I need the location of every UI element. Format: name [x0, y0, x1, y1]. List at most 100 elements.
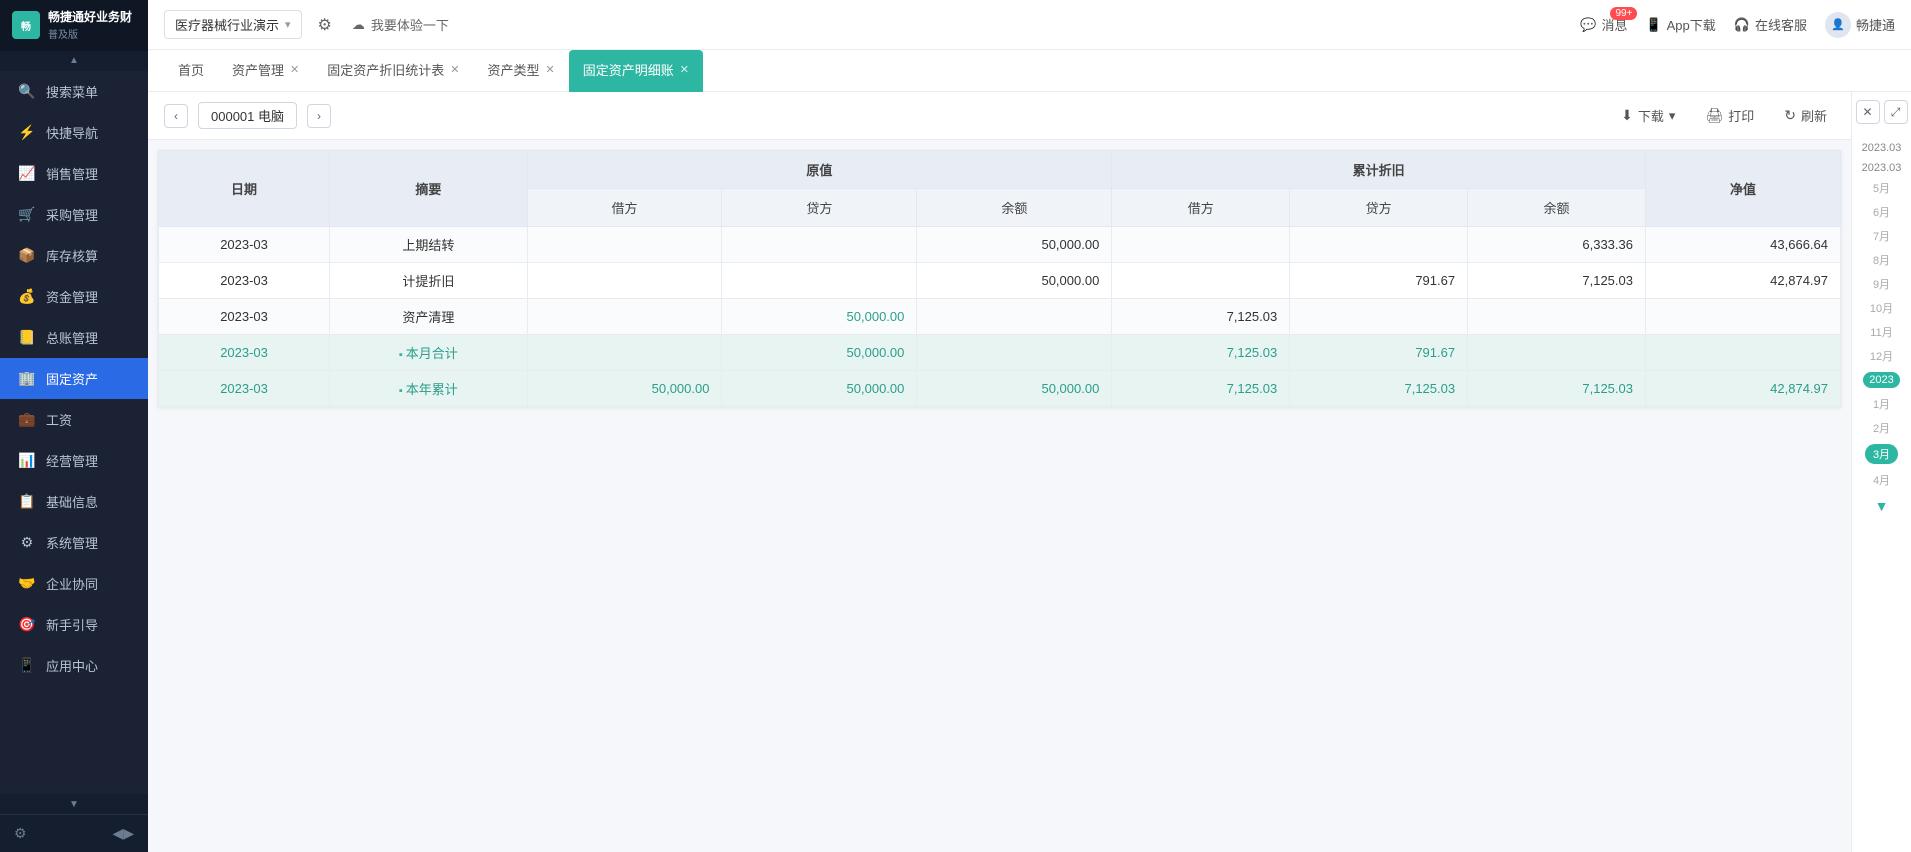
finance-icon: 💰	[18, 287, 36, 305]
tab-close-asset-detail[interactable]: ✕	[680, 63, 689, 76]
timeline-month-6[interactable]: 6月	[1873, 204, 1890, 220]
sidebar-scroll-up[interactable]: ▲	[0, 51, 148, 71]
user-profile[interactable]: 👤 畅捷通	[1825, 12, 1895, 38]
cell-orig-debit	[527, 263, 722, 299]
timeline-month-1[interactable]: 1月	[1873, 396, 1890, 412]
cell-orig-balance: 50,000.00	[917, 371, 1112, 407]
sidebar-item-guide[interactable]: 🎯新手引导	[0, 604, 148, 645]
download-button[interactable]: ⬇ 下载 ▾	[1613, 102, 1683, 129]
tab-home[interactable]: 首页	[164, 50, 218, 92]
prev-asset-button[interactable]: ‹	[164, 104, 188, 128]
cell-orig-credit: 50,000.00	[722, 335, 917, 371]
cell-orig-credit: 50,000.00	[722, 371, 917, 407]
sidebar-label-app-center: 应用中心	[46, 656, 98, 675]
print-icon: 🖨	[1705, 107, 1723, 124]
tab-label-home: 首页	[178, 60, 204, 79]
timeline-month-7[interactable]: 7月	[1873, 228, 1890, 244]
sidebar-item-operations[interactable]: 📊经营管理	[0, 440, 148, 481]
sidebar-item-purchase[interactable]: 🛒采购管理	[0, 194, 148, 235]
settings-gear-icon[interactable]: ⚙	[314, 11, 336, 39]
cell-summary: 资产清理	[330, 299, 527, 335]
refresh-button[interactable]: ↻ 刷新	[1776, 102, 1835, 129]
timeline-month-12[interactable]: 12月	[1870, 348, 1893, 364]
user-name: 畅捷通	[1856, 15, 1895, 34]
cell-orig-credit: 50,000.00	[722, 299, 917, 335]
sidebar-bottom: ⚙ ◀▶	[0, 814, 148, 852]
sidebar-item-system[interactable]: ⚙系统管理	[0, 522, 148, 563]
accum-credit-header: 贷方	[1290, 189, 1468, 227]
cell-accum-debit: 7,125.03	[1112, 335, 1290, 371]
timeline-year-top: 2023.03	[1862, 142, 1902, 154]
accum-debit-header: 借方	[1112, 189, 1290, 227]
sidebar-item-app-center[interactable]: 📱应用中心	[0, 645, 148, 686]
timeline-month-10[interactable]: 10月	[1870, 300, 1893, 316]
tab-close-asset-mgmt[interactable]: ✕	[290, 63, 299, 76]
timeline-month-9[interactable]: 9月	[1873, 276, 1890, 292]
tab-asset-detail[interactable]: 固定资产明细账✕	[569, 50, 703, 92]
timeline-year-top2: 2023.03	[1862, 162, 1902, 174]
app-download-button[interactable]: 📱 App下载	[1645, 15, 1715, 34]
online-support-button[interactable]: 🎧 在线客服	[1734, 15, 1807, 34]
timeline-year-badge: 2023	[1863, 372, 1899, 388]
timeline-scroll-down-icon[interactable]: ▼	[1875, 498, 1889, 514]
company-arrow-icon: ▾	[285, 18, 291, 31]
experience-button[interactable]: ☁ 我要体验一下	[352, 15, 449, 34]
message-button[interactable]: 💬 消息 99+	[1580, 15, 1627, 34]
sidebar-label-finance: 资金管理	[46, 287, 98, 306]
timeline-month-8[interactable]: 8月	[1873, 252, 1890, 268]
cell-summary: 上期结转	[330, 227, 527, 263]
timeline-month-11[interactable]: 11月	[1870, 324, 1892, 340]
sidebar-item-basic-info[interactable]: 📋基础信息	[0, 481, 148, 522]
cell-accum-balance	[1468, 335, 1646, 371]
timeline-month-3-active[interactable]: 3月	[1865, 444, 1898, 464]
sidebar-subtitle: 普及版	[48, 26, 132, 41]
cell-orig-credit	[722, 263, 917, 299]
sidebar-scroll-down[interactable]: ▼	[0, 794, 148, 814]
timeline-month-4[interactable]: 4月	[1873, 472, 1890, 488]
sidebar-item-quick-nav[interactable]: ⚡快捷导航	[0, 112, 148, 153]
accum-balance-header: 余额	[1468, 189, 1646, 227]
sidebar-item-fixed-assets[interactable]: 🏢固定资产	[0, 358, 148, 399]
tab-depreciation-stats[interactable]: 固定资产折旧统计表✕	[313, 50, 473, 92]
sidebar-item-inventory[interactable]: 📦库存核算	[0, 235, 148, 276]
timeline-expand-button[interactable]: ⤢	[1884, 100, 1908, 124]
experience-label: 我要体验一下	[371, 15, 449, 34]
orig-debit-header: 借方	[527, 189, 722, 227]
cell-orig-balance	[917, 299, 1112, 335]
sidebar-item-finance[interactable]: 💰 资金管理	[0, 276, 148, 317]
tab-asset-mgmt[interactable]: 资产管理✕	[218, 50, 313, 92]
sidebar-item-sales[interactable]: 📈销售管理	[0, 153, 148, 194]
tab-close-depreciation-stats[interactable]: ✕	[450, 63, 459, 76]
cell-net-value: 42,874.97	[1645, 371, 1840, 407]
timeline-close-button[interactable]: ✕	[1856, 100, 1880, 124]
net-value-header: 净值	[1645, 151, 1840, 227]
sidebar-item-enterprise[interactable]: 🤝企业协同	[0, 563, 148, 604]
print-button[interactable]: 🖨 打印	[1697, 102, 1762, 129]
timeline-month-2[interactable]: 2月	[1873, 420, 1890, 436]
cell-net-value: 43,666.64	[1645, 227, 1840, 263]
cell-summary: ▪本年累计	[330, 371, 527, 407]
settings-icon[interactable]: ⚙	[14, 825, 27, 842]
sidebar-label-search: 搜索菜单	[46, 82, 98, 101]
cell-net-value	[1645, 335, 1840, 371]
sidebar-item-ledger[interactable]: 📒总账管理	[0, 317, 148, 358]
sidebar-label-salary: 工资	[46, 410, 72, 429]
sidebar-label-sales: 销售管理	[46, 164, 98, 183]
sidebar-item-search[interactable]: 🔍搜索菜单	[0, 71, 148, 112]
orig-credit-header: 贷方	[722, 189, 917, 227]
cell-accum-debit	[1112, 227, 1290, 263]
cell-date: 2023-03	[159, 371, 330, 407]
sidebar-label-system: 系统管理	[46, 533, 98, 552]
toggle-icon[interactable]: ◀▶	[112, 825, 134, 842]
tab-asset-type[interactable]: 资产类型✕	[473, 50, 568, 92]
basic-info-icon: 📋	[18, 492, 36, 510]
next-asset-button[interactable]: ›	[307, 104, 331, 128]
sidebar-item-salary[interactable]: 💼工资	[0, 399, 148, 440]
sub-toolbar: ‹ 000001 电脑 › ⬇ 下载 ▾ 🖨 打印	[148, 92, 1851, 140]
tab-close-asset-type[interactable]: ✕	[546, 63, 555, 76]
cell-orig-debit: 50,000.00	[527, 371, 722, 407]
experience-icon: ☁	[352, 17, 365, 33]
cell-accum-credit	[1290, 227, 1468, 263]
company-selector[interactable]: 医疗器械行业演示 ▾	[164, 10, 302, 39]
cell-orig-balance: 50,000.00	[917, 227, 1112, 263]
